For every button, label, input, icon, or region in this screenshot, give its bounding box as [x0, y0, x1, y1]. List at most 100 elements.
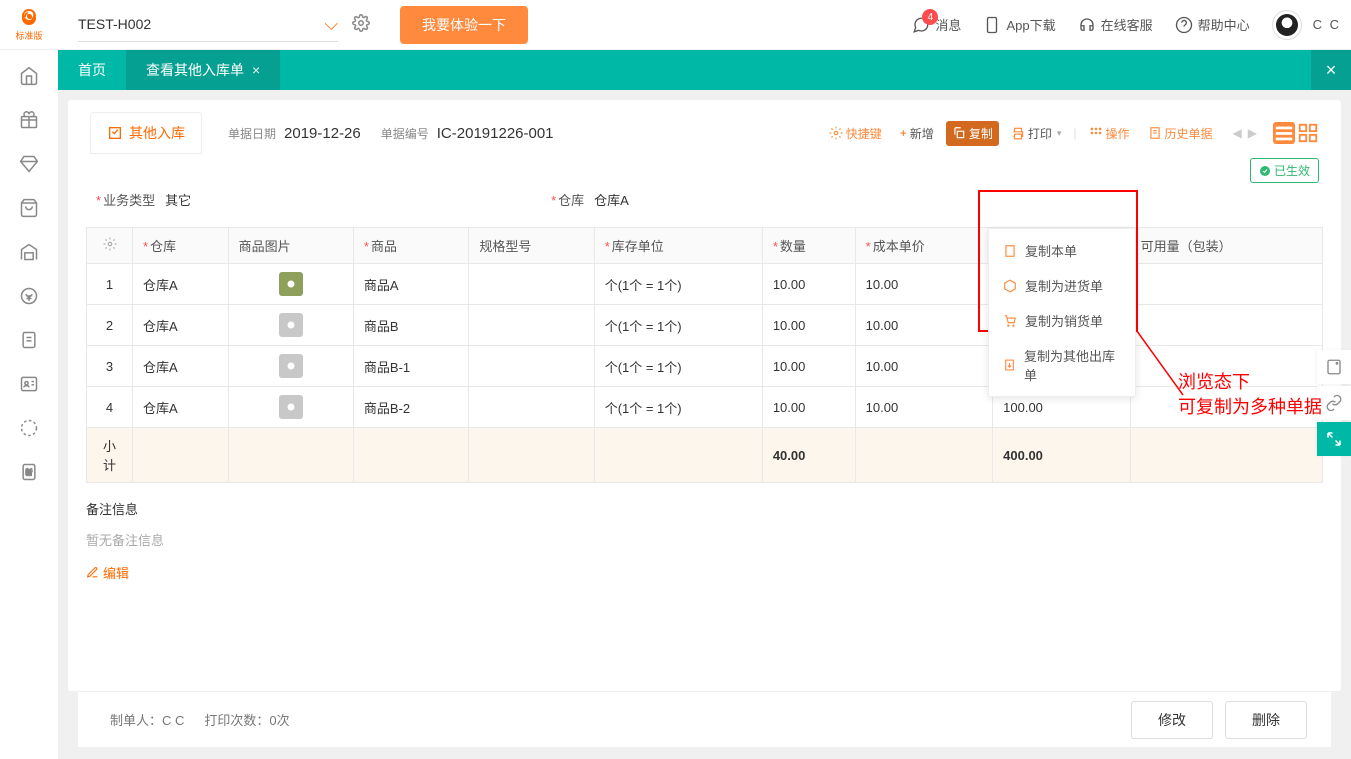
modify-button[interactable]: 修改: [1131, 701, 1213, 739]
help-link[interactable]: 帮助中心: [1175, 15, 1250, 34]
doc-date-label: 单据日期: [228, 125, 276, 142]
logo[interactable]: 标准版: [0, 7, 58, 42]
sidebar-home-icon[interactable]: [17, 64, 41, 88]
doc-type-tab[interactable]: 其他入库: [90, 112, 202, 154]
doc-title: 其他入库: [129, 123, 185, 143]
tabs-bar: 首页 查看其他入库单 × ×: [58, 50, 1351, 90]
ops-button[interactable]: 操作: [1083, 121, 1136, 146]
product-thumb: [279, 272, 303, 296]
col-unit: *库存单位: [594, 228, 762, 264]
delete-button[interactable]: 删除: [1225, 701, 1307, 739]
dropdown-copy-this[interactable]: 复制本单: [989, 233, 1135, 268]
sidebar-diamond-icon[interactable]: [17, 152, 41, 176]
row-index: 2: [87, 305, 133, 346]
table-row[interactable]: 2 仓库A 商品B 个(1个 = 1个) 10.00 10.00 100.00: [87, 305, 1323, 346]
copy-dropdown: 复制本单 复制为进货单 复制为销货单 复制为其他出库单: [988, 228, 1136, 397]
sidebar-file-icon[interactable]: 新: [17, 460, 41, 484]
company-selector[interactable]: TEST-H002 ⌵: [78, 8, 338, 42]
cell-spec: [469, 305, 594, 346]
tab-home[interactable]: 首页: [58, 50, 126, 90]
cell-unit: 个(1个 = 1个): [594, 387, 762, 428]
cta-button[interactable]: 我要体验一下: [400, 6, 528, 44]
logo-label: 标准版: [15, 29, 42, 42]
product-thumb: [279, 354, 303, 378]
col-qty: *数量: [762, 228, 855, 264]
view-list-toggle[interactable]: [1273, 122, 1295, 144]
cell-unit: 个(1个 = 1个): [594, 264, 762, 305]
col-image: 商品图片: [228, 228, 353, 264]
dropdown-copy-other-out[interactable]: 复制为其他出库单: [989, 338, 1135, 392]
svg-text:新: 新: [26, 468, 33, 477]
side-tool-expand-icon[interactable]: [1317, 422, 1351, 456]
subtotal-row: 小计40.00400.00: [87, 428, 1323, 483]
row-index: 3: [87, 346, 133, 387]
footer-creator: 制单人：C C: [110, 710, 184, 729]
cell-product: 商品A: [353, 264, 468, 305]
add-button[interactable]: +新增: [894, 121, 940, 146]
cell-price: 10.00: [855, 305, 992, 346]
plus-icon: +: [900, 126, 907, 140]
help-label: 帮助中心: [1198, 15, 1250, 34]
cell-avail: [1130, 305, 1322, 346]
cell-image: [228, 346, 353, 387]
shortcut-button[interactable]: 快捷键: [823, 121, 888, 146]
app-download-link[interactable]: App下载: [983, 15, 1055, 34]
sidebar-contact-icon[interactable]: [17, 372, 41, 396]
col-gear[interactable]: [87, 228, 133, 264]
cell-price: 10.00: [855, 387, 992, 428]
copy-button[interactable]: 复制: [946, 121, 999, 146]
user-menu[interactable]: C C: [1272, 10, 1341, 40]
box-icon: [1003, 279, 1017, 293]
cell-product: 商品B: [353, 305, 468, 346]
tab-close-icon[interactable]: ×: [252, 62, 260, 78]
history-button[interactable]: 历史单据: [1142, 121, 1219, 146]
print-button[interactable]: 打印▾: [1005, 121, 1068, 146]
chevron-down-icon: ⌵: [324, 14, 338, 35]
settings-gear-icon[interactable]: [352, 14, 370, 35]
table-row[interactable]: 3 仓库A 商品B-1 个(1个 = 1个) 10.00 10.00 100.0…: [87, 346, 1323, 387]
side-tool-note-icon[interactable]: [1317, 350, 1351, 384]
sidebar-money-icon[interactable]: [17, 284, 41, 308]
next-arrow-icon[interactable]: ▶: [1246, 124, 1259, 142]
help-icon: [1175, 16, 1193, 34]
out-icon: [1003, 358, 1016, 372]
tabs-close-button[interactable]: ×: [1311, 50, 1351, 90]
view-grid-toggle[interactable]: [1297, 122, 1319, 144]
side-tool-link-icon[interactable]: [1317, 386, 1351, 420]
print-icon: [1011, 126, 1025, 140]
sidebar-bag-icon[interactable]: [17, 196, 41, 220]
grid-icon: [1089, 126, 1103, 140]
biz-type-field: *业务类型 其它: [96, 190, 191, 209]
product-thumb: [279, 395, 303, 419]
prev-arrow-icon[interactable]: ◀: [1231, 124, 1244, 142]
cell-spec: [469, 346, 594, 387]
sidebar-warehouse-icon[interactable]: [17, 240, 41, 264]
biz-type-value: 其它: [165, 190, 191, 209]
support-label: 在线客服: [1101, 15, 1153, 34]
footer: 制单人：C C 打印次数：0次 修改 删除: [78, 691, 1331, 747]
logo-icon: [17, 7, 41, 31]
sidebar-refresh-icon[interactable]: [17, 416, 41, 440]
edit-remarks-button[interactable]: 编辑: [86, 563, 1323, 582]
subtotal-amount: 400.00: [993, 428, 1130, 483]
dropdown-copy-purchase[interactable]: 复制为进货单: [989, 268, 1135, 303]
company-name: TEST-H002: [78, 16, 316, 32]
cell-qty: 10.00: [762, 387, 855, 428]
sidebar-gift-icon[interactable]: [17, 108, 41, 132]
sidebar-clipboard-icon[interactable]: [17, 328, 41, 352]
product-thumb: [279, 313, 303, 337]
table-row[interactable]: 4 仓库A 商品B-2 个(1个 = 1个) 10.00 10.00 100.0…: [87, 387, 1323, 428]
subtotal-label: 小计: [87, 428, 133, 483]
edit-icon: [86, 566, 99, 579]
cell-warehouse: 仓库A: [133, 346, 229, 387]
warehouse-value: 仓库A: [594, 190, 629, 209]
tab-current[interactable]: 查看其他入库单 ×: [126, 50, 280, 90]
messages-link[interactable]: 4 消息: [912, 15, 961, 34]
download-label: App下载: [1006, 15, 1055, 34]
status-badge: 已生效: [1250, 158, 1319, 183]
cell-qty: 10.00: [762, 264, 855, 305]
row-index: 4: [87, 387, 133, 428]
dropdown-copy-sales[interactable]: 复制为销货单: [989, 303, 1135, 338]
support-link[interactable]: 在线客服: [1078, 15, 1153, 34]
table-row[interactable]: 1 仓库A 商品A 个(1个 = 1个) 10.00 10.00 100.00: [87, 264, 1323, 305]
